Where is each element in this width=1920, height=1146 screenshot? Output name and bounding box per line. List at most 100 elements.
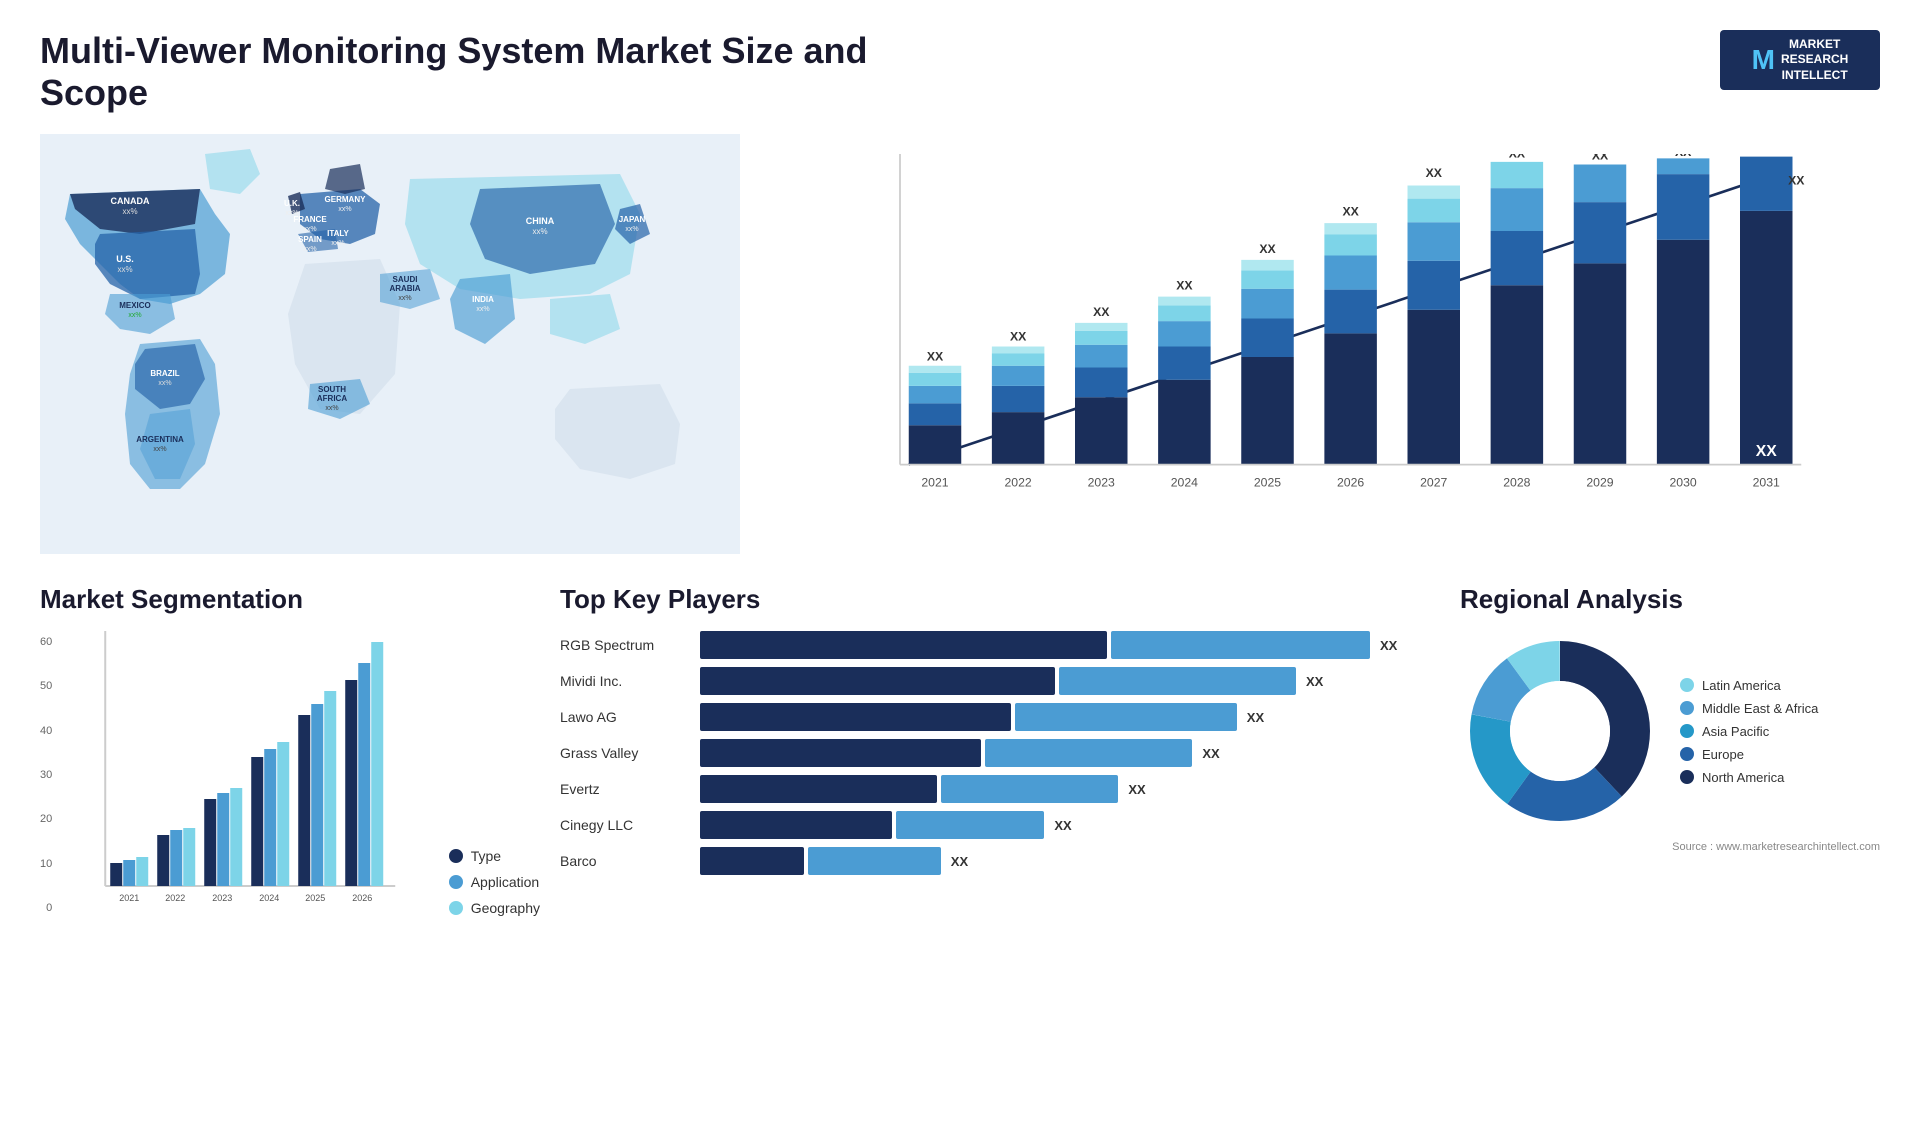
player-bar-seg1	[700, 847, 804, 875]
player-xx: XX	[951, 854, 968, 869]
svg-text:JAPAN: JAPAN	[619, 215, 646, 224]
svg-text:2022: 2022	[1004, 476, 1031, 490]
svg-text:ARABIA: ARABIA	[389, 284, 420, 293]
svg-text:XX: XX	[1675, 154, 1692, 159]
segmentation-title: Market Segmentation	[40, 584, 540, 615]
player-xx: XX	[1380, 638, 1397, 653]
player-bar-seg2	[1111, 631, 1370, 659]
player-row: Evertz XX	[560, 775, 1440, 803]
reg-label-na: North America	[1702, 770, 1784, 785]
svg-text:xx%: xx%	[325, 405, 338, 412]
seg-bar-chart-svg: 2021 2022 2023 2024	[72, 631, 418, 911]
player-bar: XX	[700, 811, 1440, 839]
reg-dot-mea	[1680, 701, 1694, 715]
svg-text:CHINA: CHINA	[526, 216, 555, 226]
logo-m-icon: M	[1752, 42, 1775, 78]
svg-text:XX: XX	[1509, 154, 1526, 161]
player-name: Cinegy LLC	[560, 817, 690, 833]
segmentation-section: Market Segmentation 60 50 40 30 20 10 0	[40, 584, 540, 916]
bottom-section: Market Segmentation 60 50 40 30 20 10 0	[40, 584, 1880, 916]
reg-dot-latin	[1680, 678, 1694, 692]
player-xx: XX	[1306, 674, 1323, 689]
reg-legend-latin: Latin America	[1680, 678, 1818, 693]
reg-legend-apac: Asia Pacific	[1680, 724, 1818, 739]
svg-text:xx%: xx%	[398, 295, 411, 302]
svg-text:XX: XX	[1259, 242, 1276, 256]
player-xx: XX	[1247, 710, 1264, 725]
legend-dot-geography	[449, 901, 463, 915]
bar-chart-container: XX 2021 XX 2022 XX 2023	[760, 134, 1880, 554]
svg-text:MEXICO: MEXICO	[119, 301, 151, 310]
svg-text:XX: XX	[1788, 174, 1805, 188]
player-bar-seg2	[1059, 667, 1296, 695]
legend-label-type: Type	[471, 848, 501, 864]
bar-chart-svg: XX 2021 XX 2022 XX 2023	[780, 154, 1860, 504]
svg-text:INDIA: INDIA	[472, 295, 494, 304]
seg-legend: Type Application Geography	[449, 848, 540, 916]
reg-label-europe: Europe	[1702, 747, 1744, 762]
legend-label-geography: Geography	[471, 900, 540, 916]
svg-text:2031: 2031	[1753, 476, 1780, 490]
player-bar-seg2	[808, 847, 941, 875]
legend-label-application: Application	[471, 874, 540, 890]
svg-text:2028: 2028	[1503, 476, 1530, 490]
svg-text:ITALY: ITALY	[327, 229, 349, 238]
logo-text: MARKET RESEARCH INTELLECT	[1781, 37, 1848, 84]
svg-text:2021: 2021	[921, 476, 948, 490]
player-bar: XX	[700, 631, 1440, 659]
player-bar-seg1	[700, 631, 1107, 659]
page-header: Multi-Viewer Monitoring System Market Si…	[40, 30, 1880, 114]
legend-geography: Geography	[449, 900, 540, 916]
player-bar: XX	[700, 847, 1440, 875]
reg-label-latin: Latin America	[1702, 678, 1781, 693]
player-row: Cinegy LLC XX	[560, 811, 1440, 839]
legend-dot-type	[449, 849, 463, 863]
svg-text:xx%: xx%	[331, 240, 344, 247]
reg-dot-europe	[1680, 747, 1694, 761]
player-bar-seg1	[700, 775, 937, 803]
player-name: Mividi Inc.	[560, 673, 690, 689]
svg-text:FRANCE: FRANCE	[293, 215, 327, 224]
player-bar-seg2	[985, 739, 1192, 767]
svg-text:SAUDI: SAUDI	[393, 275, 418, 284]
svg-text:xx%: xx%	[338, 206, 351, 213]
svg-text:2025: 2025	[305, 893, 325, 903]
reg-legend-europe: Europe	[1680, 747, 1818, 762]
source-text: Source : www.marketresearchintellect.com	[1460, 841, 1880, 853]
svg-text:SPAIN: SPAIN	[298, 235, 322, 244]
svg-text:ARGENTINA: ARGENTINA	[136, 435, 184, 444]
svg-text:2027: 2027	[1420, 476, 1447, 490]
svg-text:SOUTH: SOUTH	[318, 385, 346, 394]
players-list: RGB Spectrum XX Mividi Inc. XX Lawo AG	[560, 631, 1440, 875]
svg-text:XX: XX	[1342, 204, 1359, 218]
player-bar-seg2	[1015, 703, 1237, 731]
legend-application: Application	[449, 874, 540, 890]
player-xx: XX	[1128, 782, 1145, 797]
svg-text:xx%: xx%	[128, 312, 141, 319]
reg-label-mea: Middle East & Africa	[1702, 701, 1818, 716]
player-row: RGB Spectrum XX	[560, 631, 1440, 659]
svg-text:XX: XX	[1176, 279, 1193, 293]
donut-area: Latin America Middle East & Africa Asia …	[1460, 631, 1880, 831]
reg-legend-na: North America	[1680, 770, 1818, 785]
player-bar-seg1	[700, 739, 981, 767]
player-bar: XX	[700, 739, 1440, 767]
player-bar-seg2	[896, 811, 1044, 839]
donut-chart	[1460, 631, 1660, 831]
svg-text:xx%: xx%	[476, 306, 489, 313]
svg-text:xx%: xx%	[117, 265, 132, 274]
svg-text:xx%: xx%	[153, 446, 166, 453]
player-row: Grass Valley XX	[560, 739, 1440, 767]
svg-text:2025: 2025	[1254, 476, 1281, 490]
svg-text:2024: 2024	[1171, 476, 1198, 490]
player-name: Grass Valley	[560, 745, 690, 761]
svg-text:xx%: xx%	[303, 246, 316, 253]
svg-text:2026: 2026	[1337, 476, 1364, 490]
player-xx: XX	[1054, 818, 1071, 833]
player-name: RGB Spectrum	[560, 637, 690, 653]
map-svg: CANADA xx% U.S. xx% MEXICO xx% BRAZIL xx…	[40, 134, 740, 554]
svg-text:U.K.: U.K.	[284, 199, 300, 208]
player-bar: XX	[700, 667, 1440, 695]
player-name: Lawo AG	[560, 709, 690, 725]
regional-title: Regional Analysis	[1460, 584, 1880, 615]
